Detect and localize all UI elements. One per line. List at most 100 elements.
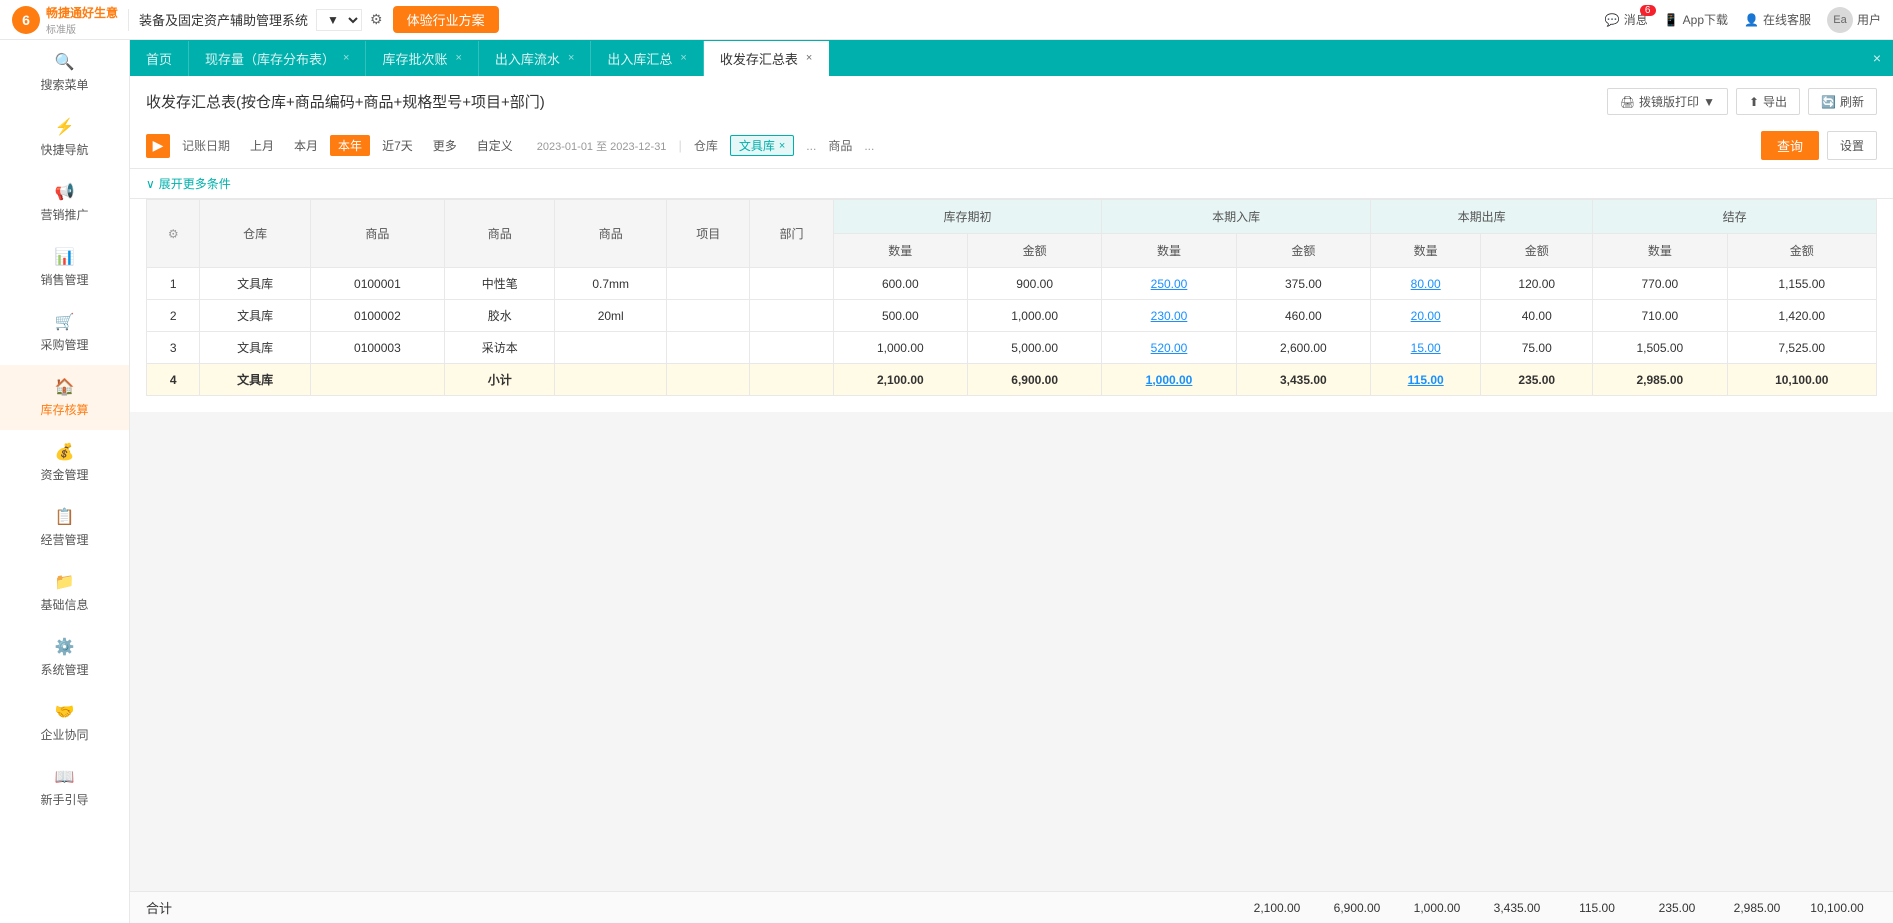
total-in-amt: 3,435.00 — [1477, 901, 1557, 915]
th-settings[interactable]: ⚙ — [147, 200, 200, 268]
tab-close-stock-dist[interactable]: × — [343, 52, 349, 64]
date-btn-custom[interactable]: 自定义 — [469, 135, 521, 156]
cell-dept — [750, 332, 833, 364]
title-right-actions: 🖨 拨镜版打印 ▼ ⬆ 导出 🔄 刷新 — [1607, 88, 1877, 115]
tab-close-recv-send[interactable]: × — [806, 52, 812, 64]
online-service-button[interactable]: 👤 在线客服 — [1744, 11, 1811, 28]
cell-out-qty[interactable]: 20.00 — [1371, 300, 1481, 332]
system-icon: ⚙️ — [55, 637, 75, 657]
cell-in-amt: 460.00 — [1236, 300, 1370, 332]
cell-in-qty[interactable]: 230.00 — [1102, 300, 1236, 332]
system-select[interactable]: ▼ — [316, 9, 362, 31]
cell-bal-qty: 1,505.00 — [1593, 332, 1727, 364]
app-download-button[interactable]: 📱 App下载 — [1664, 11, 1728, 28]
user-button[interactable]: Ea 用户 — [1827, 7, 1881, 33]
cell-out-qty[interactable]: 15.00 — [1371, 332, 1481, 364]
th-in-group: 本期入库 — [1102, 200, 1371, 234]
sidebar-item-search[interactable]: 🔍 搜索菜单 — [0, 40, 129, 105]
subtotal-name: 小计 — [445, 364, 555, 396]
cell-code: 0100003 — [310, 332, 444, 364]
tab-close-summary[interactable]: × — [680, 52, 686, 64]
warehouse-more-btn[interactable]: ... — [806, 139, 816, 153]
total-init-amt: 6,900.00 — [1317, 901, 1397, 915]
sidebar-item-basic[interactable]: 📁 基础信息 — [0, 560, 129, 625]
table-row: 2 文具库 0100002 胶水 20ml 500.00 1,000.00 23… — [147, 300, 1877, 332]
cell-name: 采访本 — [445, 332, 555, 364]
settings-icon[interactable]: ⚙ — [370, 11, 383, 28]
date-btn-7days[interactable]: 近7天 — [374, 135, 421, 156]
refresh-icon: 🔄 — [1821, 95, 1836, 109]
warehouse-label: 仓库 — [694, 137, 718, 154]
th-bal-amt: 金额 — [1727, 234, 1876, 268]
th-init-qty: 数量 — [833, 234, 967, 268]
cell-out-amt: 40.00 — [1481, 300, 1593, 332]
cell-bal-amt: 1,155.00 — [1727, 268, 1876, 300]
goods-label: 商品 — [828, 137, 852, 154]
filter-expand-button[interactable]: ▶ — [146, 134, 170, 158]
message-icon: 💬 — [1605, 13, 1620, 27]
date-btn-last-month[interactable]: 上月 — [242, 135, 282, 156]
total-init-qty: 2,100.00 — [1237, 901, 1317, 915]
sidebar-item-collab[interactable]: 🤝 企业协同 — [0, 690, 129, 755]
guide-icon: 📖 — [55, 767, 75, 787]
tab-batch[interactable]: 库存批次账 × — [366, 41, 478, 76]
subtotal-init-qty: 2,100.00 — [833, 364, 967, 396]
th-init-group: 库存期初 — [833, 200, 1102, 234]
tab-flow[interactable]: 出入库流水 × — [479, 41, 591, 76]
tab-stock-dist[interactable]: 现存量（库存分布表） × — [189, 41, 366, 76]
cell-bal-qty: 710.00 — [1593, 300, 1727, 332]
system-title-area: 装备及固定资产辅助管理系统 ▼ ⚙ — [128, 9, 383, 31]
cell-in-amt: 2,600.00 — [1236, 332, 1370, 364]
cell-warehouse: 文具库 — [200, 268, 310, 300]
total-bal-qty: 2,985.00 — [1717, 901, 1797, 915]
date-btn-more[interactable]: 更多 — [425, 135, 465, 156]
logo-icon: 6 — [12, 6, 40, 34]
cell-in-qty[interactable]: 250.00 — [1102, 268, 1236, 300]
tab-home[interactable]: 首页 — [130, 41, 189, 76]
sidebar-item-inventory[interactable]: 🏠 库存核算 — [0, 365, 129, 430]
cell-project — [667, 332, 750, 364]
trial-button[interactable]: 体验行业方案 — [393, 6, 499, 33]
cell-in-qty[interactable]: 520.00 — [1102, 332, 1236, 364]
cell-in-amt: 375.00 — [1236, 268, 1370, 300]
tab-close-all[interactable]: × — [1861, 42, 1893, 74]
th-bal-qty: 数量 — [1593, 234, 1727, 268]
sidebar-item-sales[interactable]: 📊 销售管理 — [0, 235, 129, 300]
tab-recv-send[interactable]: 收发存汇总表 × — [704, 41, 829, 76]
sidebar-item-quick[interactable]: ⚡ 快捷导航 — [0, 105, 129, 170]
finance-icon: 💰 — [55, 442, 75, 462]
sidebar-item-operations[interactable]: 📋 经营管理 — [0, 495, 129, 560]
sidebar-item-system[interactable]: ⚙️ 系统管理 — [0, 625, 129, 690]
top-header: 6 畅捷通好生意 标准版 装备及固定资产辅助管理系统 ▼ ⚙ 体验行业方案 💬 … — [0, 0, 1893, 40]
query-button[interactable]: 查询 — [1761, 131, 1819, 160]
date-btn-this-month[interactable]: 本月 — [286, 135, 326, 156]
export-button[interactable]: ⬆ 导出 — [1736, 88, 1800, 115]
date-btn-this-year[interactable]: 本年 — [330, 135, 370, 156]
sidebar-item-marketing[interactable]: 📢 营销推广 — [0, 170, 129, 235]
cell-out-qty[interactable]: 80.00 — [1371, 268, 1481, 300]
th-warehouse: 仓库 — [200, 200, 310, 268]
date-shortcuts: 上月 本月 本年 近7天 更多 自定义 — [242, 135, 521, 156]
service-icon: 👤 — [1744, 13, 1759, 27]
tab-close-batch[interactable]: × — [455, 52, 461, 64]
expand-more-btn[interactable]: ∨ 展开更多条件 — [146, 175, 1877, 192]
warehouse-tag-close[interactable]: × — [779, 140, 785, 152]
cell-name: 中性笔 — [445, 268, 555, 300]
export-icon: ⬆ — [1749, 95, 1759, 109]
tab-close-flow[interactable]: × — [568, 52, 574, 64]
subtotal-out-amt: 235.00 — [1481, 364, 1593, 396]
cell-spec: 20ml — [555, 300, 667, 332]
tab-summary[interactable]: 出入库汇总 × — [591, 41, 703, 76]
subtotal-out-qty[interactable]: 115.00 — [1371, 364, 1481, 396]
app-icon: 📱 — [1664, 13, 1679, 27]
message-button[interactable]: 💬 消息 6 — [1605, 11, 1648, 28]
goods-more-btn[interactable]: ... — [864, 139, 874, 153]
avatar: Ea — [1827, 7, 1853, 33]
sidebar-item-guide[interactable]: 📖 新手引导 — [0, 755, 129, 820]
sidebar-item-purchase[interactable]: 🛒 采购管理 — [0, 300, 129, 365]
sidebar-item-finance[interactable]: 💰 资金管理 — [0, 430, 129, 495]
filter-settings-button[interactable]: 设置 — [1827, 131, 1877, 160]
refresh-button[interactable]: 🔄 刷新 — [1808, 88, 1877, 115]
print-button[interactable]: 🖨 拨镜版打印 ▼ — [1607, 88, 1728, 115]
subtotal-in-qty[interactable]: 1,000.00 — [1102, 364, 1236, 396]
